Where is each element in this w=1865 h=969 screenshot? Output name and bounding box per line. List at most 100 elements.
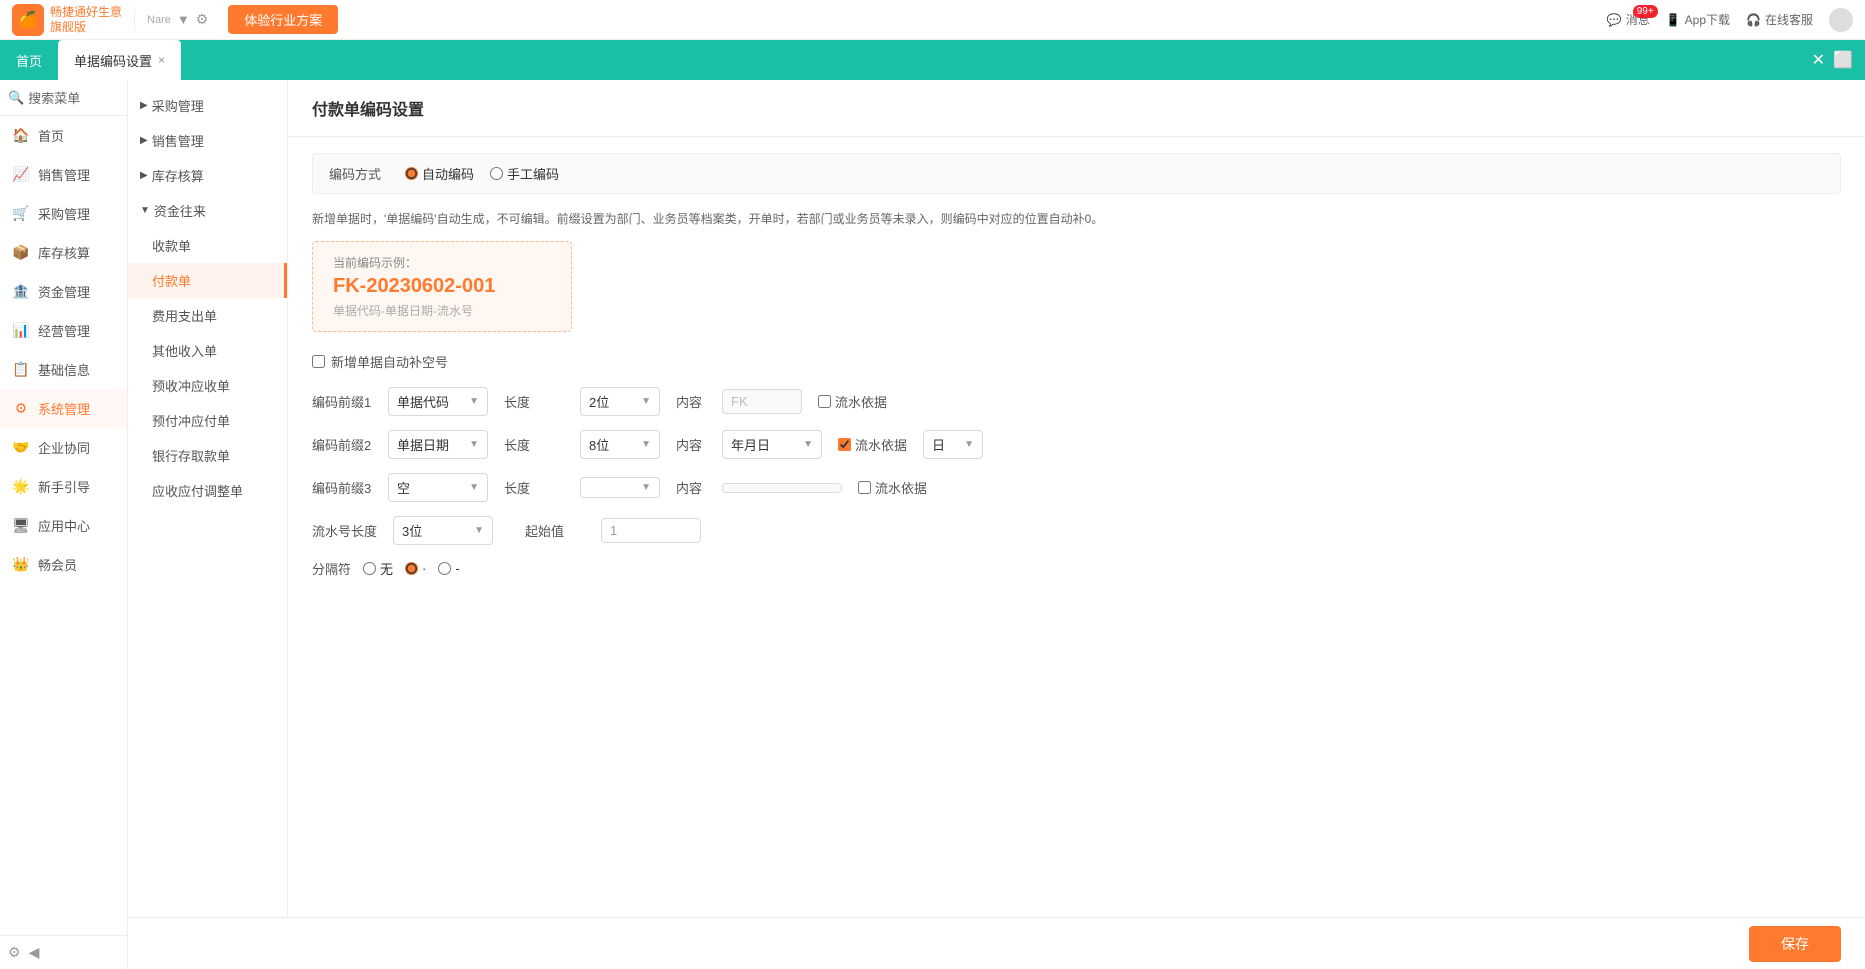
prefix1-select[interactable]: 单据代码 ▼ xyxy=(388,387,488,416)
prefix2-content-label: 内容 xyxy=(676,435,706,454)
trial-btn-wrapper[interactable]: 体验行业方案 xyxy=(228,5,338,34)
prefix2-dropdown-icon: ▼ xyxy=(469,439,479,450)
prefix3-row: 编码前缀3 空 ▼ 长度 ▼ 内容 xyxy=(312,473,1841,502)
sidebar-collapse-icon[interactable]: ◀ xyxy=(29,944,40,961)
prefix1-length-dropdown-icon: ▼ xyxy=(641,396,651,407)
separator-radios: 无 · - xyxy=(363,559,460,578)
tab-close-icon[interactable]: × xyxy=(158,53,165,67)
prefix1-stream-check[interactable] xyxy=(818,395,831,408)
code-preview: 当前编码示例： FK-20230602-001 单据代码-单据日期-流水号 xyxy=(312,241,572,332)
sub-group-sales-title[interactable]: ▶ 销售管理 xyxy=(128,123,287,158)
manual-encode-radio[interactable] xyxy=(490,167,503,180)
topbar-settings-icon[interactable]: ⚙ xyxy=(196,11,209,28)
user-avatar[interactable] xyxy=(1829,8,1853,32)
auto-fill-checkbox[interactable] xyxy=(312,355,325,368)
stream-length-select[interactable]: 3位 ▼ xyxy=(393,516,493,545)
prefix2-content-select[interactable]: 年月日 ▼ xyxy=(722,430,822,459)
sidebar-item-appcenter[interactable]: 🖥 应用中心 xyxy=(0,506,127,545)
sidebar-item-enterprise[interactable]: 🤝 企业协同 xyxy=(0,428,127,467)
message-btn[interactable]: 💬 消息 99+ xyxy=(1607,11,1650,28)
topbar-dropdown-icon[interactable]: ▼ xyxy=(177,12,190,27)
sidebar-item-inventory[interactable]: 📦 库存核算 xyxy=(0,233,127,272)
sub-group-purchase: ▶ 采购管理 xyxy=(128,88,287,123)
system-icon: ⚙ xyxy=(12,400,30,418)
page-body: 编码方式 自动编码 手工编码 新增单据时，'单据编码'自动生成，不可编辑。前缀设… xyxy=(288,137,1865,608)
prefix3-length-label: 长度 xyxy=(504,478,564,497)
sep-none-radio-label[interactable]: 无 xyxy=(363,559,393,578)
sidebar-item-finance[interactable]: 🏦 资金管理 xyxy=(0,272,127,311)
save-button[interactable]: 保存 xyxy=(1749,926,1841,962)
tab-document-encoding[interactable]: 单据编码设置 × xyxy=(58,40,181,80)
prefix2-label: 编码前缀2 xyxy=(312,435,372,454)
sep-none-radio[interactable] xyxy=(363,562,376,575)
prefix3-dropdown-icon: ▼ xyxy=(469,482,479,493)
sub-group-purchase-title[interactable]: ▶ 采购管理 xyxy=(128,88,287,123)
home-icon: 🏠 xyxy=(12,127,30,145)
sub-nav-bank-deposit[interactable]: 银行存取款单 xyxy=(128,438,287,473)
logo-text: 畅捷通好生意 旗舰版 xyxy=(50,5,122,34)
sep-dot-radio-label[interactable]: · xyxy=(405,561,426,576)
sidebar-item-purchase[interactable]: 🛒 采购管理 xyxy=(0,194,127,233)
prefix3-stream-checkbox: 流水依据 xyxy=(858,478,927,497)
auto-encode-radio-label[interactable]: 自动编码 xyxy=(405,164,474,183)
online-service-btn[interactable]: 🎧 在线客服 xyxy=(1746,11,1813,28)
prefix1-stream-checkbox: 流水依据 xyxy=(818,392,887,411)
sidebar-item-operations[interactable]: 📊 经营管理 xyxy=(0,311,127,350)
window-close-icon[interactable]: ✕ xyxy=(1812,50,1825,70)
prefix3-stream-check[interactable] xyxy=(858,481,871,494)
separator-row: 分隔符 无 · - xyxy=(312,559,1841,578)
message-icon: 💬 xyxy=(1607,13,1622,27)
page-footer: 保存 xyxy=(128,917,1865,969)
sub-nav-receipt[interactable]: 收款单 xyxy=(128,228,287,263)
operations-icon: 📊 xyxy=(12,322,30,340)
prefix2-select[interactable]: 单据日期 ▼ xyxy=(388,430,488,459)
prefix1-content-label: 内容 xyxy=(676,392,706,411)
prefix3-length-dropdown-icon: ▼ xyxy=(641,482,651,493)
sep-dot-radio[interactable] xyxy=(405,562,418,575)
logo-icon: 🍊 xyxy=(12,4,44,36)
sub-nav-income[interactable]: 其他收入单 xyxy=(128,333,287,368)
app-download-btn[interactable]: 📱 App下载 xyxy=(1666,11,1730,28)
sub-nav-prepay-receive[interactable]: 预收冲应收单 xyxy=(128,368,287,403)
stream-number-row: 流水号长度 3位 ▼ 起始值 1 xyxy=(312,516,1841,545)
prefix3-length-select[interactable]: ▼ xyxy=(580,477,660,498)
sep-dash-radio-label[interactable]: - xyxy=(438,561,459,576)
member-icon: 👑 xyxy=(12,556,30,574)
prefix2-day-dropdown-icon: ▼ xyxy=(964,439,974,450)
chevron-right-icon: ▶ xyxy=(140,100,148,111)
prefix1-length-select[interactable]: 2位 ▼ xyxy=(580,387,660,416)
sub-nav-receivable-adjust[interactable]: 应收应付调整单 xyxy=(128,473,287,508)
sub-nav-expense[interactable]: 费用支出单 xyxy=(128,298,287,333)
basic-icon: 📋 xyxy=(12,361,30,379)
prefix2-day-select[interactable]: 日 ▼ xyxy=(923,430,983,459)
prefix2-stream-checkbox: 流水依据 xyxy=(838,435,907,454)
sub-nav-payment[interactable]: 付款单 xyxy=(128,263,287,298)
sidebar-item-basic[interactable]: 📋 基础信息 xyxy=(0,350,127,389)
prefix2-length-select[interactable]: 8位 ▼ xyxy=(580,430,660,459)
sep-dash-radio[interactable] xyxy=(438,562,451,575)
search-icon: 🔍 xyxy=(8,90,24,106)
sidebar-item-sales[interactable]: 📈 销售管理 xyxy=(0,155,127,194)
prefix3-select[interactable]: 空 ▼ xyxy=(388,473,488,502)
tab-home[interactable]: 首页 xyxy=(0,40,58,80)
auto-encode-radio[interactable] xyxy=(405,167,418,180)
sidebar-item-newguide[interactable]: 🌟 新手引导 xyxy=(0,467,127,506)
prefix2-stream-check[interactable] xyxy=(838,438,851,451)
sub-group-funds-title[interactable]: ▼ 资金往来 xyxy=(128,193,287,228)
page-title: 付款单编码设置 xyxy=(312,96,1841,120)
sidebar-item-system[interactable]: ⚙ 系统管理 xyxy=(0,389,127,428)
prefix2-length-dropdown-icon: ▼ xyxy=(641,439,651,450)
start-value-input[interactable]: 1 xyxy=(601,518,701,543)
manual-encode-radio-label[interactable]: 手工编码 xyxy=(490,164,559,183)
stream-length-label: 流水号长度 xyxy=(312,521,377,540)
sidebar-settings-icon[interactable]: ⚙ xyxy=(8,944,21,961)
sidebar-search[interactable]: 🔍 搜索菜单 xyxy=(0,80,127,116)
sub-nav-prepay-pay[interactable]: 预付冲应付单 xyxy=(128,403,287,438)
trial-button[interactable]: 体验行业方案 xyxy=(228,5,338,34)
prefix2-content-dropdown-icon: ▼ xyxy=(803,439,813,450)
sidebar-item-member[interactable]: 👑 畅会员 xyxy=(0,545,127,584)
window-maximize-icon[interactable]: ⬜ xyxy=(1833,50,1853,70)
sub-group-inventory-title[interactable]: ▶ 库存核算 xyxy=(128,158,287,193)
app-logo: 🍊 畅捷通好生意 旗舰版 xyxy=(12,4,122,36)
sidebar-item-home[interactable]: 🏠 首页 xyxy=(0,116,127,155)
